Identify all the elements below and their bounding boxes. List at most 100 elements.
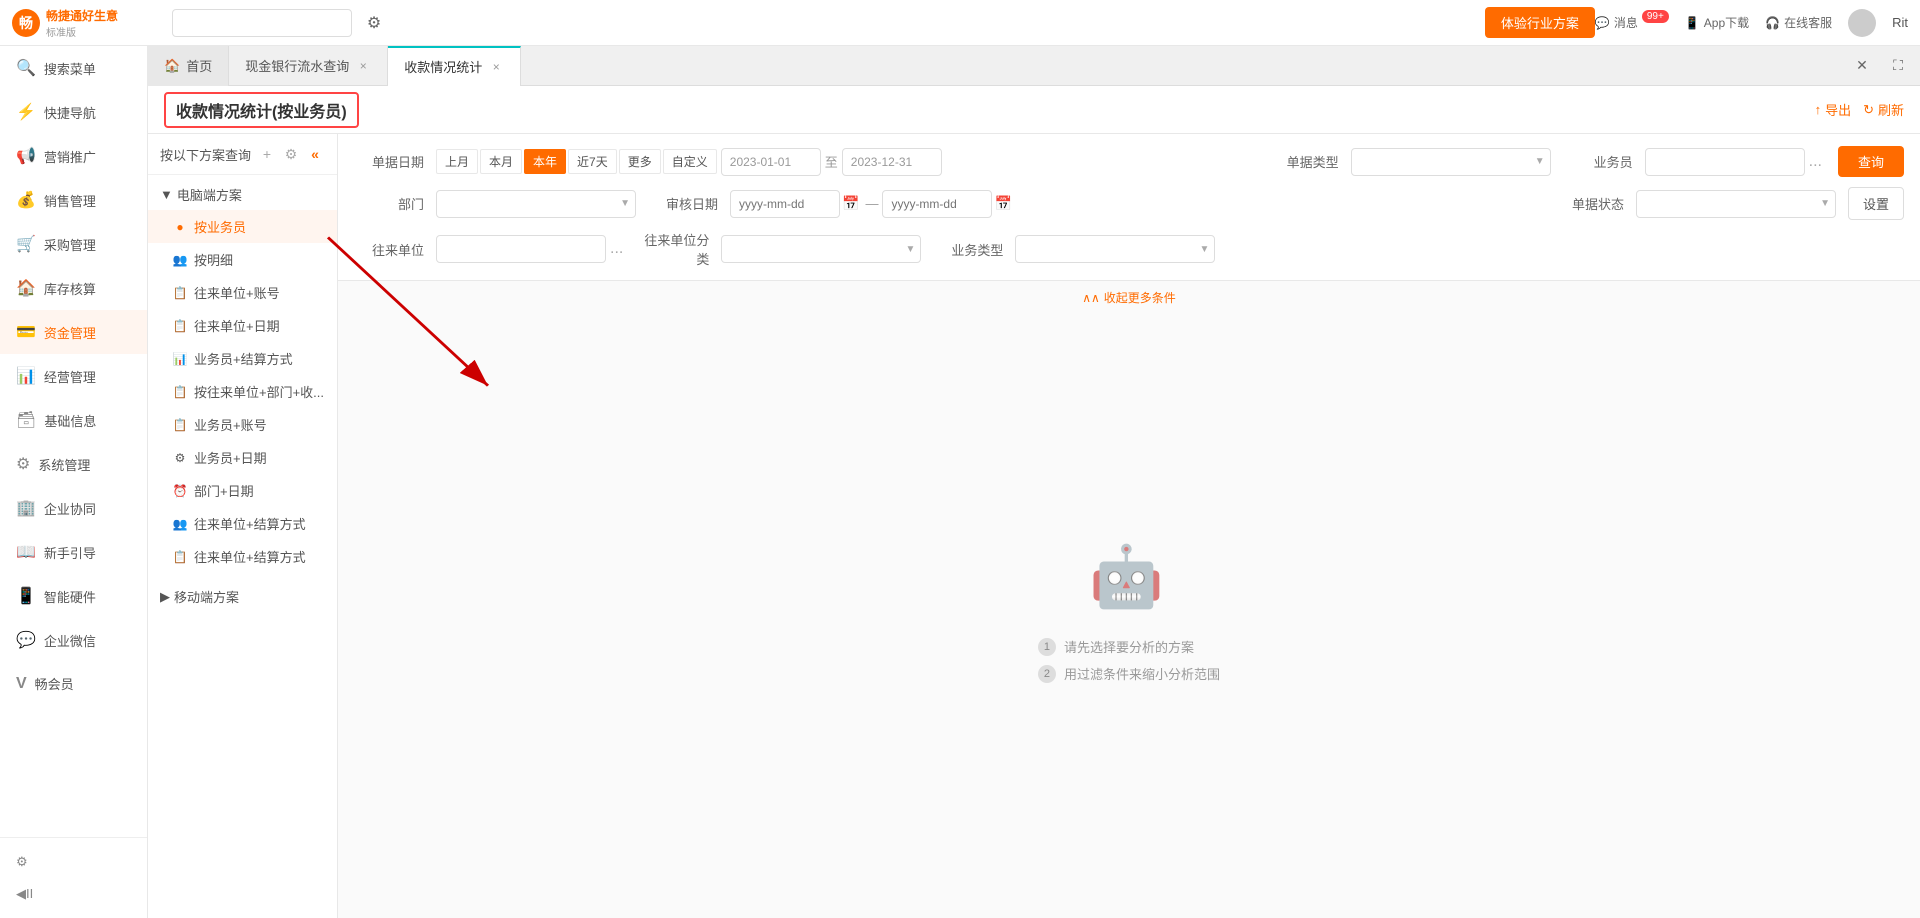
page-title: 收款情况统计(按业务员) xyxy=(176,104,347,121)
query-row-1: 单据日期 上月 本月 本年 近7天 更多 自定义 xyxy=(354,146,1904,177)
app-download-label: App下载 xyxy=(1704,14,1749,31)
sidebar-item-purchase[interactable]: 🛒 采购管理 xyxy=(0,222,147,266)
scheme-item-unit-date[interactable]: 📋 往来单位+日期 xyxy=(148,309,337,342)
query-button[interactable]: 查询 xyxy=(1838,146,1904,177)
scheme-item-dept-date[interactable]: ⏰ 部门+日期 xyxy=(148,474,337,507)
partner-more-btn[interactable]: ... xyxy=(606,240,627,258)
scheme-item-unit-dept-icon: 📋 xyxy=(172,384,188,400)
refresh-button[interactable]: ↻ 刷新 xyxy=(1863,100,1904,119)
tab-bank-flow[interactable]: 现金银行流水查询 × xyxy=(229,46,388,86)
review-to-calendar-icon[interactable]: 📅 xyxy=(994,195,1011,212)
date-tab-this-month[interactable]: 本月 xyxy=(480,149,522,174)
date-tab-last7[interactable]: 近7天 xyxy=(568,149,617,174)
logo-name: 畅捷通好生意 xyxy=(46,7,118,24)
search-input[interactable] xyxy=(172,9,352,37)
biz-type-select[interactable] xyxy=(1015,235,1215,263)
salesman-more-btn[interactable]: ... xyxy=(1805,153,1826,171)
review-from-input[interactable] xyxy=(730,190,840,218)
salesman-input[interactable] xyxy=(1645,148,1805,176)
empty-tips: 1 请先选择要分析的方案 2 用过滤条件来缩小分析范围 xyxy=(1038,637,1220,691)
tab-bar-expand-btn[interactable]: ⛶ xyxy=(1884,52,1912,80)
tab-bank-flow-close[interactable]: × xyxy=(355,58,371,74)
doc-type-field: ▼ xyxy=(1351,148,1551,176)
collapse-row[interactable]: ∧∧ 收起更多条件 xyxy=(338,281,1920,314)
app-download-item[interactable]: 📱 App下载 xyxy=(1685,14,1749,31)
sidebar-bottom-collapse[interactable]: ◀II xyxy=(0,878,147,910)
sidebar-item-basic[interactable]: 🗃 基础信息 xyxy=(0,398,147,442)
date-from-input[interactable] xyxy=(721,148,821,176)
tab-collection-stats-close[interactable]: × xyxy=(488,59,504,75)
empty-tip-1-text: 请先选择要分析的方案 xyxy=(1064,637,1194,656)
doc-type-select[interactable] xyxy=(1351,148,1551,176)
review-date-label: 审核日期 xyxy=(648,194,718,213)
review-to-input[interactable] xyxy=(882,190,992,218)
tab-collection-stats[interactable]: 收款情况统计 × xyxy=(388,46,521,86)
trial-button[interactable]: 体验行业方案 xyxy=(1485,7,1595,38)
scheme-item-unit-account-icon: 📋 xyxy=(172,285,188,301)
scheme-item-salesman-settle[interactable]: 📊 业务员+结算方式 xyxy=(148,342,337,375)
operation-icon: 📊 xyxy=(16,366,36,386)
sidebar-item-hardware[interactable]: 📱 智能硬件 xyxy=(0,574,147,618)
user-avatar[interactable] xyxy=(1848,9,1876,37)
scheme-settings-btn[interactable]: ⚙ xyxy=(281,144,301,164)
sidebar-item-marketing[interactable]: 📢 营销推广 xyxy=(0,134,147,178)
date-to-input[interactable] xyxy=(842,148,942,176)
scheme-item-unit-settle[interactable]: 👥 往来单位+结算方式 xyxy=(148,507,337,540)
scheme-item-salesman-icon: ● xyxy=(172,219,188,235)
hardware-icon: 📱 xyxy=(16,586,36,606)
online-service-item[interactable]: 🎧 在线客服 xyxy=(1765,14,1832,31)
guide-icon: 📖 xyxy=(16,542,36,562)
message-item[interactable]: 💬 消息 99+ xyxy=(1595,14,1669,31)
partner-input[interactable] xyxy=(436,235,606,263)
scheme-item-salesman-settle-label: 业务员+结算方式 xyxy=(194,349,293,368)
salesman-field: ... xyxy=(1645,148,1826,176)
sidebar-item-guide[interactable]: 📖 新手引导 xyxy=(0,530,147,574)
scheme-item-unit-dept-col[interactable]: 📋 按往来单位+部门+收... xyxy=(148,375,337,408)
partner-class-select[interactable] xyxy=(721,235,921,263)
sidebar-item-inventory[interactable]: 🏠 库存核算 xyxy=(0,266,147,310)
scheme-item-salesman-account[interactable]: 📋 业务员+账号 xyxy=(148,408,337,441)
doc-status-select[interactable] xyxy=(1636,190,1836,218)
scheme-add-btn[interactable]: + xyxy=(257,144,277,164)
quick-nav-icon: ⚡ xyxy=(16,102,36,122)
sidebar-item-wechat[interactable]: 💬 企业微信 xyxy=(0,618,147,662)
scheme-item-salesman-date[interactable]: ⚙ 业务员+日期 xyxy=(148,441,337,474)
scheme-group-mobile-title[interactable]: ▶ 移动端方案 xyxy=(148,581,337,612)
review-date-separator: — xyxy=(865,196,878,211)
scheme-group-desktop-title[interactable]: ▼ 电脑端方案 xyxy=(148,179,337,210)
review-from-calendar-icon[interactable]: 📅 xyxy=(842,195,859,212)
scheme-item-salesman-settle-icon: 📊 xyxy=(172,351,188,367)
sidebar-item-search[interactable]: 🔍 搜索菜单 xyxy=(0,46,147,90)
scheme-item-by-salesman[interactable]: ● 按业务员 xyxy=(148,210,337,243)
date-tab-this-year[interactable]: 本年 xyxy=(524,149,566,174)
tab-home[interactable]: 🏠 首页 xyxy=(148,46,229,86)
scheme-item-unit-account[interactable]: 📋 往来单位+账号 xyxy=(148,276,337,309)
scheme-item-by-detail[interactable]: 👥 按明细 xyxy=(148,243,337,276)
sidebar-bottom-settings[interactable]: ⚙ xyxy=(0,846,147,878)
scheme-collapse-btn[interactable]: « xyxy=(305,144,325,164)
scheme-item-unit-settle2[interactable]: 📋 往来单位+结算方式 xyxy=(148,540,337,573)
doc-status-label: 单据状态 xyxy=(1554,194,1624,213)
sidebar-item-vip[interactable]: V 畅会员 xyxy=(0,662,147,705)
finance-icon: 💳 xyxy=(16,322,36,342)
dept-select[interactable] xyxy=(436,190,636,218)
sidebar-item-operation[interactable]: 📊 经营管理 xyxy=(0,354,147,398)
sidebar-item-quick-nav[interactable]: ⚡ 快捷导航 xyxy=(0,90,147,134)
sidebar-item-corp[interactable]: 🏢 企业协同 xyxy=(0,486,147,530)
date-field: 上月 本月 本年 近7天 更多 自定义 至 xyxy=(436,148,1257,176)
date-tab-more[interactable]: 更多 xyxy=(619,149,661,174)
gear-button[interactable]: ⚙ xyxy=(360,9,388,37)
sidebar-label-sales: 销售管理 xyxy=(44,191,96,210)
sidebar-label-search: 搜索菜单 xyxy=(44,59,96,78)
sidebar-item-finance[interactable]: 💳 资金管理 xyxy=(0,310,147,354)
sidebar: 🔍 搜索菜单 ⚡ 快捷导航 📢 营销推广 💰 销售管理 🛒 采购管理 🏠 库存核… xyxy=(0,46,148,918)
tab-bar-close-btn[interactable]: ✕ xyxy=(1848,52,1876,80)
sidebar-item-sales[interactable]: 💰 销售管理 xyxy=(0,178,147,222)
scheme-item-unit-date-label: 往来单位+日期 xyxy=(194,316,280,335)
date-tab-custom[interactable]: 自定义 xyxy=(663,149,717,174)
date-tab-last-month[interactable]: 上月 xyxy=(436,149,478,174)
settings-button[interactable]: 设置 xyxy=(1848,187,1904,220)
sidebar-label-corp: 企业协同 xyxy=(44,499,96,518)
sidebar-item-system[interactable]: ⚙ 系统管理 xyxy=(0,442,147,486)
export-button[interactable]: ↑ 导出 xyxy=(1815,100,1852,119)
